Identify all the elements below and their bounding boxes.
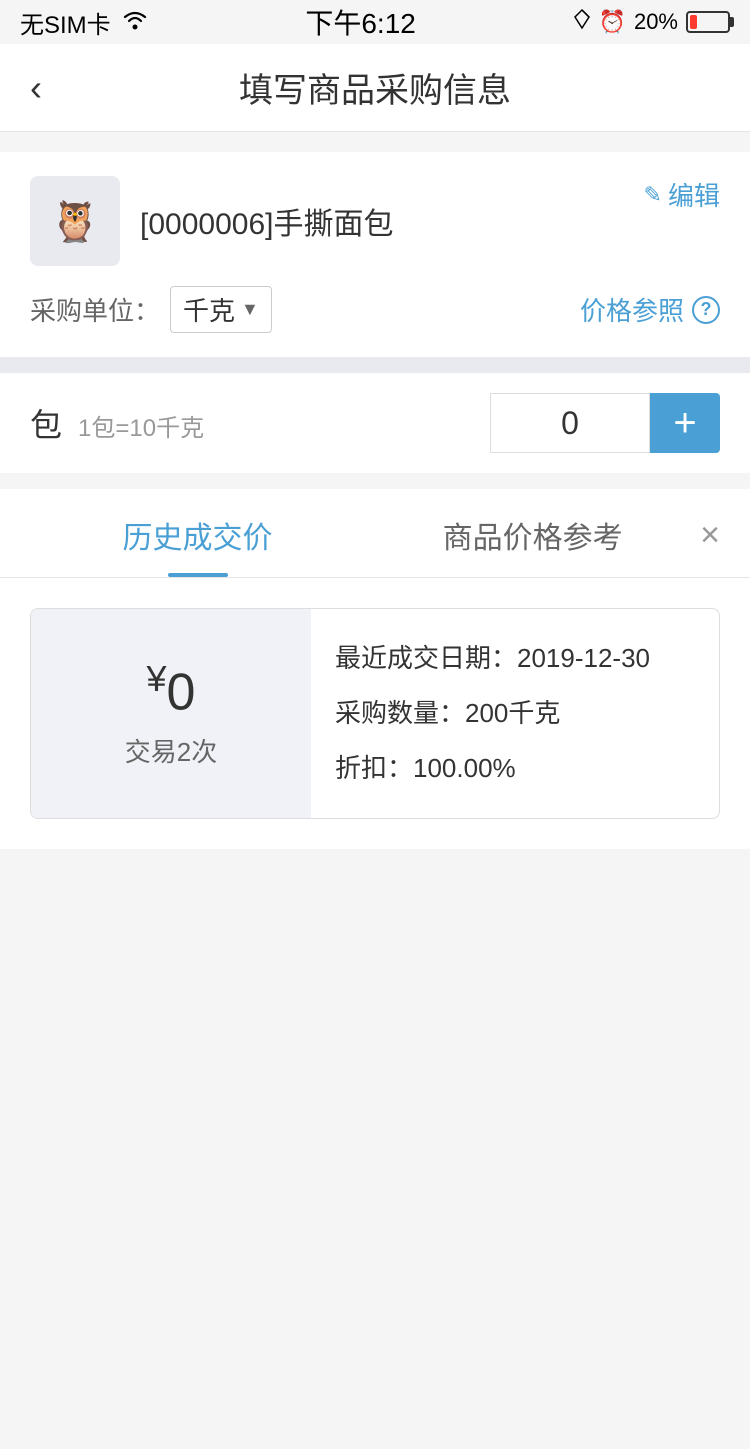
unit-label: 采购单位： 千克 ▼ (30, 286, 272, 333)
status-bar: 无SIM卡 下午6:12 ⏰ 20% (0, 0, 750, 44)
history-detail-quantity: 采购数量：200千克 (335, 694, 695, 733)
quantity-plus-button[interactable]: + (650, 393, 720, 453)
price-ref-label: 价格参照 (580, 291, 684, 328)
product-left: 🦉 [0000006]手撕面包 (30, 176, 393, 266)
qty-value: 200千克 (465, 698, 560, 728)
edit-icon: ✎ (644, 182, 662, 208)
tab-history-price[interactable]: 历史成交价 (30, 489, 365, 577)
date-value: 2019-12-30 (517, 643, 650, 673)
page-title: 填写商品采购信息 (239, 63, 511, 112)
date-label: 最近成交日期： (335, 643, 517, 673)
history-details: 最近成交日期：2019-12-30 采购数量：200千克 折扣：100.00% (311, 609, 719, 818)
status-right: ⏰ 20% (573, 8, 730, 36)
battery-pct-label: 20% (634, 9, 678, 35)
edit-button[interactable]: ✎ 编辑 (644, 176, 720, 213)
bag-unit-hint: 1包=10千克 (78, 408, 204, 443)
history-content: ¥0 交易2次 最近成交日期：2019-12-30 采购数量：200千克 折扣：… (0, 578, 750, 849)
tab-product-price-ref[interactable]: 商品价格参考 (365, 489, 700, 577)
owl-icon: 🦉 (50, 198, 100, 245)
product-header: 🦉 [0000006]手撕面包 ✎ 编辑 (30, 176, 720, 266)
tabs-section: 历史成交价 商品价格参考 × ¥0 交易2次 最近成交日期：2019-12-30… (0, 489, 750, 849)
history-detail-date: 最近成交日期：2019-12-30 (335, 639, 695, 678)
nav-bar: ‹ 填写商品采购信息 (0, 44, 750, 132)
history-price-value: ¥0 (147, 658, 196, 722)
yen-symbol: ¥ (147, 658, 167, 699)
discount-label: 折扣： (335, 753, 413, 783)
product-name: [0000006]手撕面包 (140, 199, 393, 243)
history-card: ¥0 交易2次 最近成交日期：2019-12-30 采购数量：200千克 折扣：… (30, 608, 720, 819)
product-unit-row: 采购单位： 千克 ▼ 价格参照 ? (30, 286, 720, 333)
location-icon (573, 8, 591, 36)
status-left: 无SIM卡 (20, 5, 149, 40)
quantity-left: 包 1包=10千克 (30, 400, 204, 446)
quantity-controls: + (490, 393, 720, 453)
quantity-row: 包 1包=10千克 + (0, 373, 750, 473)
history-times-label: 交易2次 (125, 732, 217, 769)
tab-close-button[interactable]: × (700, 492, 720, 575)
info-icon: ? (692, 296, 720, 324)
unit-select-dropdown[interactable]: 千克 ▼ (170, 286, 272, 333)
edit-label: 编辑 (668, 176, 720, 213)
carrier-label: 无SIM卡 (20, 5, 111, 40)
bag-unit-label: 包 (30, 400, 62, 446)
status-time: 下午6:12 (305, 2, 416, 42)
wifi-icon (121, 8, 149, 37)
history-detail-discount: 折扣：100.00% (335, 749, 695, 788)
product-card: 🦉 [0000006]手撕面包 ✎ 编辑 采购单位： 千克 ▼ 价格参照 ? (0, 152, 750, 357)
section-divider (0, 357, 750, 373)
product-thumbnail: 🦉 (30, 176, 120, 266)
quantity-input[interactable] (490, 393, 650, 453)
discount-value: 100.00% (413, 753, 516, 783)
unit-value: 千克 (183, 291, 235, 328)
tabs-header: 历史成交价 商品价格参考 × (0, 489, 750, 578)
price-reference-button[interactable]: 价格参照 ? (580, 291, 720, 328)
battery-icon (686, 11, 730, 33)
history-price-summary: ¥0 交易2次 (31, 609, 311, 818)
bottom-area (0, 849, 750, 1449)
dropdown-arrow-icon: ▼ (241, 299, 259, 320)
qty-label: 采购数量： (335, 698, 465, 728)
alarm-icon: ⏰ (599, 9, 626, 35)
back-button[interactable]: ‹ (30, 67, 42, 109)
